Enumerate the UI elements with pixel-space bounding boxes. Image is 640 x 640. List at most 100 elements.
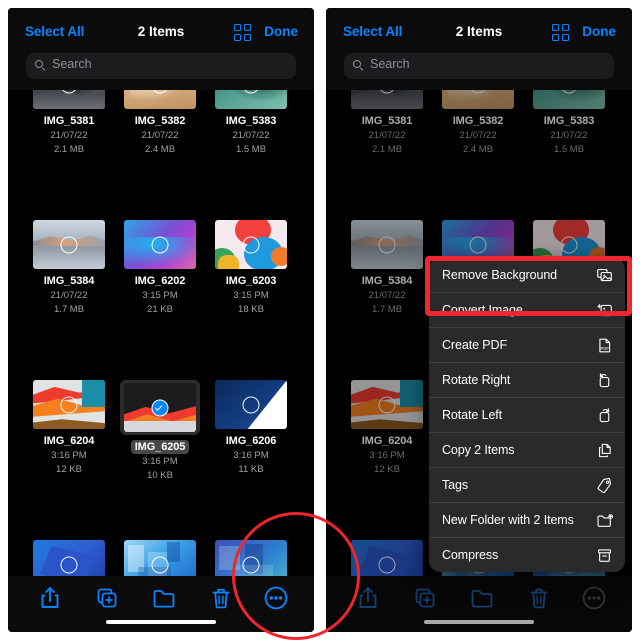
bottom-toolbar-left	[8, 576, 314, 632]
rotate-left-icon	[596, 407, 613, 424]
unselected-circle-icon[interactable]	[60, 236, 78, 253]
create-pdf-icon: PDF	[596, 337, 613, 354]
share-icon[interactable]	[36, 584, 64, 612]
file-date: 21/07/22	[50, 290, 88, 301]
file-date: 3:16 PM	[233, 450, 269, 461]
file-cell[interactable]	[21, 540, 117, 576]
file-thumbnail[interactable]	[33, 380, 105, 429]
unselected-circle-icon[interactable]	[151, 556, 169, 573]
convert-image-icon	[596, 302, 613, 319]
file-thumbnail[interactable]	[120, 380, 200, 435]
trash-icon[interactable]	[207, 584, 235, 612]
file-thumbnail[interactable]	[33, 220, 105, 269]
phone-screenshot-right: Select All 2 Items Done Search IMG_5381 2…	[326, 8, 632, 632]
file-cell[interactable]: IMG_5383 21/07/22 1.5 MB	[203, 90, 299, 157]
selected-check-icon[interactable]	[151, 399, 169, 416]
grid-view-icon[interactable]	[552, 24, 569, 41]
unselected-circle-icon[interactable]	[242, 236, 260, 253]
compress-icon	[596, 547, 613, 564]
search-input[interactable]: Search	[26, 53, 296, 79]
file-cell[interactable]: IMG_5382 21/07/22 2.4 MB	[112, 90, 208, 157]
menu-item-convert-image[interactable]: Convert Image	[429, 293, 625, 328]
file-thumbnail[interactable]	[124, 220, 196, 269]
file-row: IMG_5381 21/07/22 2.1 MB IMG_5382 21/07/22 2.…	[8, 90, 314, 220]
file-name: IMG_6206	[225, 435, 277, 447]
file-grid-left[interactable]: IMG_5381 21/07/22 2.1 MB IMG_5382 21/07/22 2.…	[8, 90, 314, 576]
file-size: 1.7 MB	[53, 304, 85, 315]
svg-text:PDF: PDF	[601, 346, 610, 351]
context-menu[interactable]: Remove Background Convert Image Create PDF…	[429, 258, 625, 572]
unselected-circle-icon[interactable]	[242, 556, 260, 573]
file-cell[interactable]: IMG_5384 21/07/22 1.7 MB	[21, 220, 117, 317]
file-name: IMG_5383	[225, 115, 277, 127]
grid-view-icon[interactable]	[234, 24, 251, 41]
unselected-circle-icon[interactable]	[151, 236, 169, 253]
search-icon	[353, 60, 364, 72]
search-icon	[35, 60, 46, 72]
remove-background-icon	[596, 267, 613, 284]
navigation-row-right: Select All 2 Items Done	[326, 21, 632, 45]
file-thumbnail[interactable]	[33, 540, 105, 576]
done-button[interactable]: Done	[582, 21, 616, 43]
file-cell[interactable]	[112, 540, 208, 576]
menu-item-rotate-left[interactable]: Rotate Left	[429, 398, 625, 433]
menu-item-label: Compress	[442, 548, 499, 562]
screenshot-stage: Select All 2 Items Done Search IMG_5381 2…	[0, 0, 640, 640]
file-name: IMG_5382	[134, 115, 186, 127]
menu-item-create-pdf[interactable]: Create PDF PDF	[429, 328, 625, 363]
file-date: 3:16 PM	[142, 456, 178, 467]
file-cell[interactable]: IMG_6205 3:16 PM 10 KB	[112, 380, 208, 483]
unselected-circle-icon[interactable]	[60, 396, 78, 413]
file-size: 11 KB	[238, 464, 264, 475]
file-thumbnail[interactable]	[215, 220, 287, 269]
menu-item-rotate-right[interactable]: Rotate Right	[429, 363, 625, 398]
file-thumbnail[interactable]	[124, 90, 196, 109]
file-name: IMG_5384	[43, 275, 95, 287]
copy-icon	[596, 442, 613, 459]
folder-icon[interactable]	[150, 584, 178, 612]
file-cell[interactable]	[203, 540, 299, 576]
file-size: 2.1 MB	[53, 144, 85, 155]
home-indicator	[106, 620, 216, 624]
file-row: IMG_5384 21/07/22 1.7 MB IMG_6202 3:15 PM 21 …	[8, 220, 314, 380]
done-button[interactable]: Done	[264, 21, 298, 43]
file-date: 21/07/22	[50, 130, 88, 141]
menu-item-tags[interactable]: Tags	[429, 468, 625, 503]
navigation-bar-right: Select All 2 Items Done Search	[326, 8, 632, 90]
file-size: 2.4 MB	[144, 144, 176, 155]
file-cell[interactable]: IMG_6204 3:16 PM 12 KB	[21, 380, 117, 477]
navigation-row: Select All 2 Items Done	[8, 21, 314, 45]
file-cell[interactable]: IMG_6202 3:15 PM 21 KB	[112, 220, 208, 317]
menu-item-label: New Folder with 2 Items	[442, 513, 574, 527]
file-name: IMG_6205	[130, 440, 190, 454]
file-name: IMG_6203	[225, 275, 277, 287]
menu-item-label: Remove Background	[442, 268, 558, 282]
menu-item-remove-background[interactable]: Remove Background	[429, 258, 625, 293]
file-cell[interactable]: IMG_6203 3:15 PM 18 KB	[203, 220, 299, 317]
file-size: 12 KB	[56, 464, 82, 475]
menu-item-new-folder-with-2-items[interactable]: New Folder with 2 Items	[429, 503, 625, 538]
file-size: 21 KB	[147, 304, 173, 315]
unselected-circle-icon[interactable]	[242, 396, 260, 413]
unselected-circle-icon[interactable]	[60, 556, 78, 573]
file-thumbnail[interactable]	[215, 540, 287, 576]
file-name: IMG_6204	[43, 435, 95, 447]
tag-icon	[596, 477, 613, 494]
file-thumbnail[interactable]	[215, 90, 287, 109]
search-input[interactable]: Search	[344, 53, 614, 79]
menu-item-label: Tags	[442, 478, 469, 492]
file-thumbnail[interactable]	[124, 540, 196, 576]
more-ellipsis-icon[interactable]	[262, 584, 290, 612]
file-cell[interactable]: IMG_6206 3:16 PM 11 KB	[203, 380, 299, 477]
files-app-screen-menu-open: Select All 2 Items Done Search IMG_5381 2…	[326, 8, 632, 632]
duplicate-icon[interactable]	[93, 584, 121, 612]
file-date: 21/07/22	[141, 130, 179, 141]
files-app-screen: Select All 2 Items Done Search IMG_5381 2…	[8, 8, 314, 632]
file-thumbnail[interactable]	[33, 90, 105, 109]
menu-item-compress[interactable]: Compress	[429, 538, 625, 572]
file-thumbnail[interactable]	[215, 380, 287, 429]
rotate-right-icon	[596, 372, 613, 389]
menu-item-copy-2-items[interactable]: Copy 2 Items	[429, 433, 625, 468]
file-size: 10 KB	[147, 470, 173, 481]
file-cell[interactable]: IMG_5381 21/07/22 2.1 MB	[21, 90, 117, 157]
